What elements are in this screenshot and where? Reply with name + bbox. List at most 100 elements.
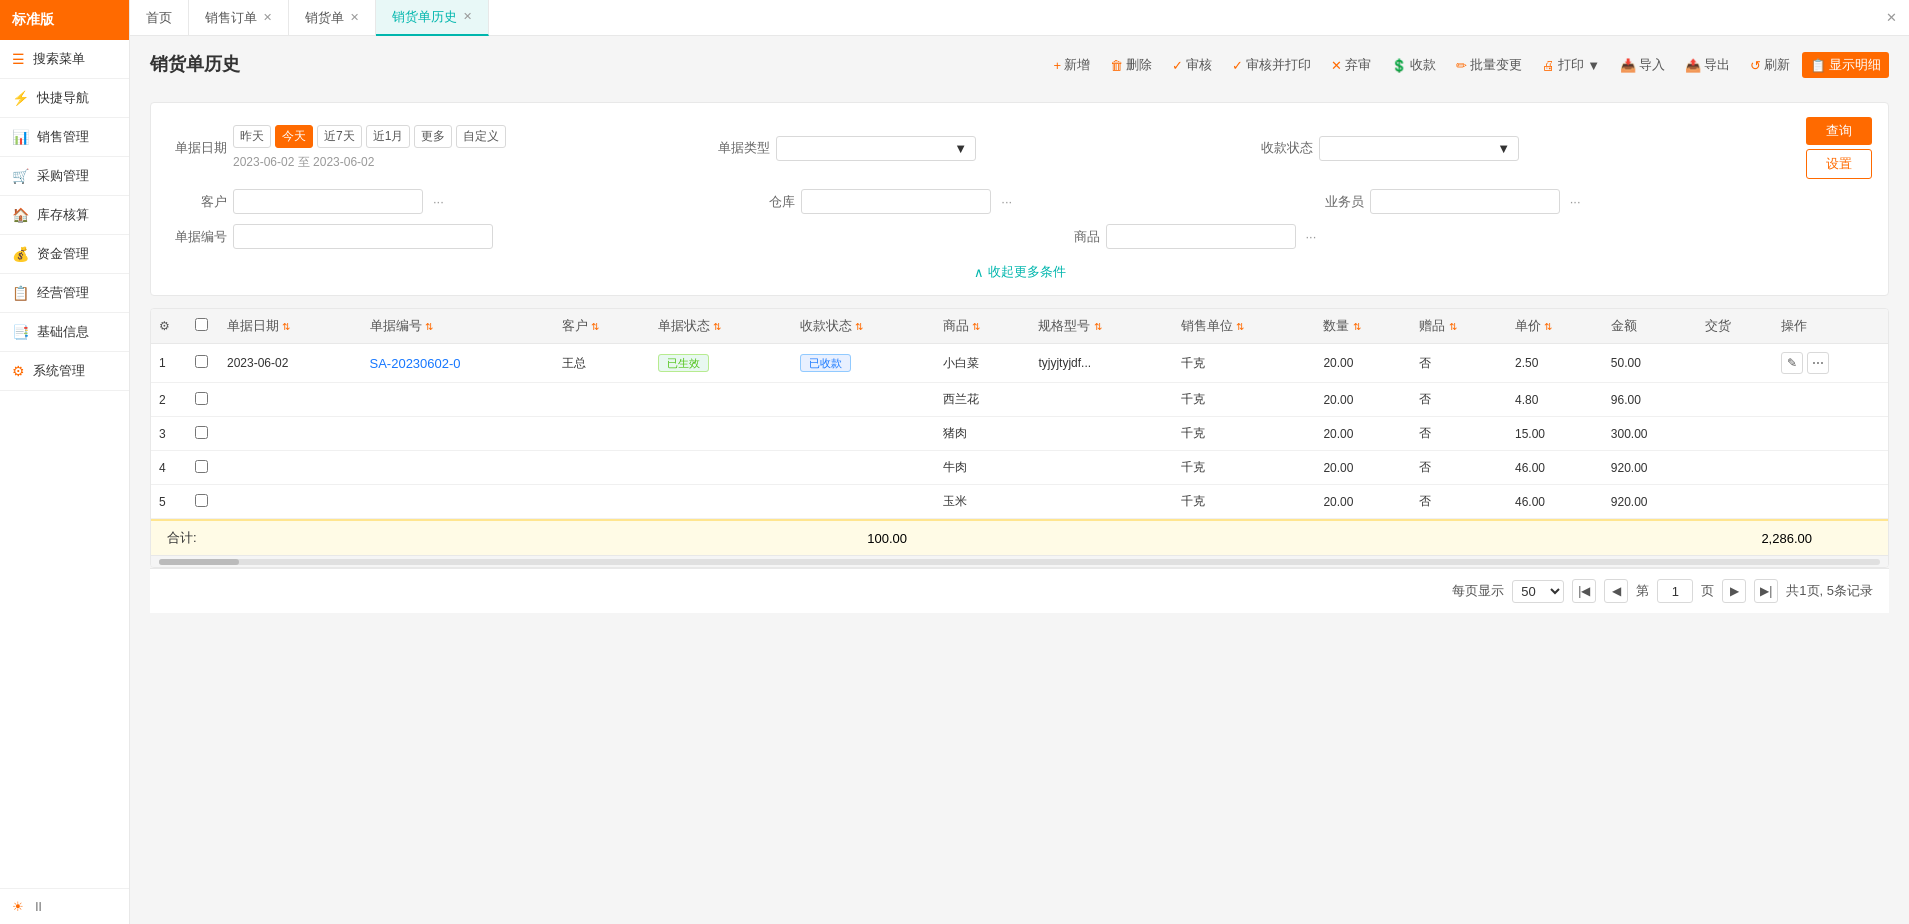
doc-type-select[interactable]: ▼	[776, 136, 976, 161]
date-opt-today[interactable]: 今天	[275, 125, 313, 148]
cell-trade	[1697, 383, 1772, 417]
delete-button[interactable]: 🗑 删除	[1102, 52, 1160, 78]
date-opt-custom[interactable]: 自定义	[456, 125, 506, 148]
doc-no-link[interactable]: SA-20230602-0	[370, 356, 461, 371]
cell-unit: 千克	[1173, 451, 1316, 485]
col-checkbox[interactable]	[187, 309, 219, 344]
col-unit-price[interactable]: 单价 ⇅	[1507, 309, 1603, 344]
sidebar-item-sys-mgmt[interactable]: ⚙ 系统管理	[0, 352, 129, 391]
business-input[interactable]	[1370, 189, 1560, 214]
sidebar-item-basic-info[interactable]: 📑 基础信息	[0, 313, 129, 352]
col-unit[interactable]: 销售单位 ⇅	[1173, 309, 1316, 344]
prev-page-button[interactable]: ◀	[1604, 579, 1628, 603]
date-opt-7days[interactable]: 近7天	[317, 125, 362, 148]
sidebar-bottom-icon[interactable]: ☀	[12, 899, 24, 914]
row-checkbox[interactable]	[195, 392, 208, 405]
tab-home[interactable]: 首页	[130, 0, 189, 36]
col-gift[interactable]: 赠品 ⇅	[1411, 309, 1507, 344]
cell-checkbox[interactable]	[187, 485, 219, 519]
cell-doc-no	[362, 485, 554, 519]
horizontal-scrollbar[interactable]	[151, 555, 1888, 567]
export-button[interactable]: 📤 导出	[1677, 52, 1738, 78]
sidebar-item-ops-mgmt[interactable]: 📋 经营管理	[0, 274, 129, 313]
collapse-button[interactable]: ∧ 收起更多条件	[970, 259, 1070, 285]
business-dots[interactable]: ···	[1570, 194, 1581, 209]
col-pay-status[interactable]: 收款状态 ⇅	[792, 309, 935, 344]
row-checkbox[interactable]	[195, 426, 208, 439]
cell-checkbox[interactable]	[187, 344, 219, 383]
first-page-button[interactable]: |◀	[1572, 579, 1596, 603]
tab-sales-goods[interactable]: 销货单 ✕	[289, 0, 376, 36]
row-checkbox[interactable]	[195, 355, 208, 368]
col-doc-status[interactable]: 单据状态 ⇅	[650, 309, 793, 344]
per-page-select[interactable]: 50 100 200	[1512, 580, 1564, 603]
show-detail-button[interactable]: 📋 显示明细	[1802, 52, 1889, 78]
collect-button[interactable]: 💲 收款	[1383, 52, 1444, 78]
cell-checkbox[interactable]	[187, 451, 219, 485]
cell-amount: 96.00	[1603, 383, 1698, 417]
refresh-button[interactable]: ↺ 刷新	[1742, 52, 1798, 78]
import-button[interactable]: 📥 导入	[1612, 52, 1673, 78]
col-settings[interactable]: ⚙	[151, 309, 187, 344]
doc-status-badge: 已生效	[658, 354, 709, 372]
warehouse-dots[interactable]: ···	[1001, 194, 1012, 209]
settings-button[interactable]: 设置	[1806, 149, 1872, 179]
next-page-button[interactable]: ▶	[1722, 579, 1746, 603]
cell-quantity: 20.00	[1315, 417, 1411, 451]
sidebar-item-search-menu[interactable]: ☰ 搜索菜单	[0, 40, 129, 79]
sidebar-item-sales-mgmt[interactable]: 📊 销售管理	[0, 118, 129, 157]
col-date[interactable]: 单据日期 ⇅	[219, 309, 362, 344]
col-doc-no-label: 单据编号	[370, 318, 422, 333]
goods-input[interactable]	[1106, 224, 1296, 249]
date-opt-yesterday[interactable]: 昨天	[233, 125, 271, 148]
sidebar-collapse-icon[interactable]: ⏸	[32, 899, 45, 914]
print-icon: 🖨	[1542, 58, 1555, 73]
sort-pay-status-icon: ⇅	[855, 321, 863, 332]
warehouse-input[interactable]	[801, 189, 991, 214]
tab-sales-goods-close[interactable]: ✕	[350, 11, 359, 24]
row-checkbox[interactable]	[195, 460, 208, 473]
edit-op-btn[interactable]: ✎	[1781, 352, 1803, 374]
tab-sales-order-close[interactable]: ✕	[263, 11, 272, 24]
print-button[interactable]: 🖨 打印 ▼	[1534, 52, 1608, 78]
sidebar-item-inventory[interactable]: 🏠 库存核算	[0, 196, 129, 235]
page-number-input[interactable]: 1	[1657, 579, 1693, 603]
tab-close-all[interactable]: ✕	[1874, 10, 1909, 25]
col-ops: 操作	[1773, 309, 1888, 344]
tab-sales-history-close[interactable]: ✕	[463, 10, 472, 23]
tab-sales-order-label: 销售订单	[205, 9, 257, 27]
sidebar-item-quick-nav[interactable]: ⚡ 快捷导航	[0, 79, 129, 118]
row-checkbox[interactable]	[195, 494, 208, 507]
query-button[interactable]: 查询	[1806, 117, 1872, 145]
sidebar-item-finance-mgmt[interactable]: 💰 资金管理	[0, 235, 129, 274]
batch-change-button[interactable]: ✏ 批量变更	[1448, 52, 1530, 78]
col-goods[interactable]: 商品 ⇅	[935, 309, 1031, 344]
sort-doc-status-icon: ⇅	[713, 321, 721, 332]
cell-quantity: 20.00	[1315, 383, 1411, 417]
review-button[interactable]: ✓ 审核	[1164, 52, 1220, 78]
abandon-button[interactable]: ✕ 弃审	[1323, 52, 1379, 78]
cell-checkbox[interactable]	[187, 383, 219, 417]
col-customer[interactable]: 客户 ⇅	[554, 309, 650, 344]
date-opt-1month[interactable]: 近1月	[366, 125, 411, 148]
last-page-button[interactable]: ▶|	[1754, 579, 1778, 603]
cell-ops	[1773, 451, 1888, 485]
scrollbar-thumb[interactable]	[159, 559, 239, 565]
tab-sales-order[interactable]: 销售订单 ✕	[189, 0, 289, 36]
review-print-button[interactable]: ✓ 审核并打印	[1224, 52, 1319, 78]
col-doc-no[interactable]: 单据编号 ⇅	[362, 309, 554, 344]
doc-no-input[interactable]	[233, 224, 493, 249]
sidebar-item-purchase-mgmt[interactable]: 🛒 采购管理	[0, 157, 129, 196]
col-spec[interactable]: 规格型号 ⇅	[1030, 309, 1173, 344]
customer-input[interactable]	[233, 189, 423, 214]
tab-sales-history[interactable]: 销货单历史 ✕	[376, 0, 489, 36]
select-all-checkbox[interactable]	[195, 318, 208, 331]
col-quantity[interactable]: 数量 ⇅	[1315, 309, 1411, 344]
date-opt-more[interactable]: 更多	[414, 125, 452, 148]
cell-checkbox[interactable]	[187, 417, 219, 451]
new-button[interactable]: + 新增	[1046, 52, 1099, 78]
payment-status-select[interactable]: ▼	[1319, 136, 1519, 161]
goods-dots[interactable]: ···	[1306, 229, 1317, 244]
more-op-btn[interactable]: ⋯	[1807, 352, 1829, 374]
customer-dots[interactable]: ···	[433, 194, 444, 209]
